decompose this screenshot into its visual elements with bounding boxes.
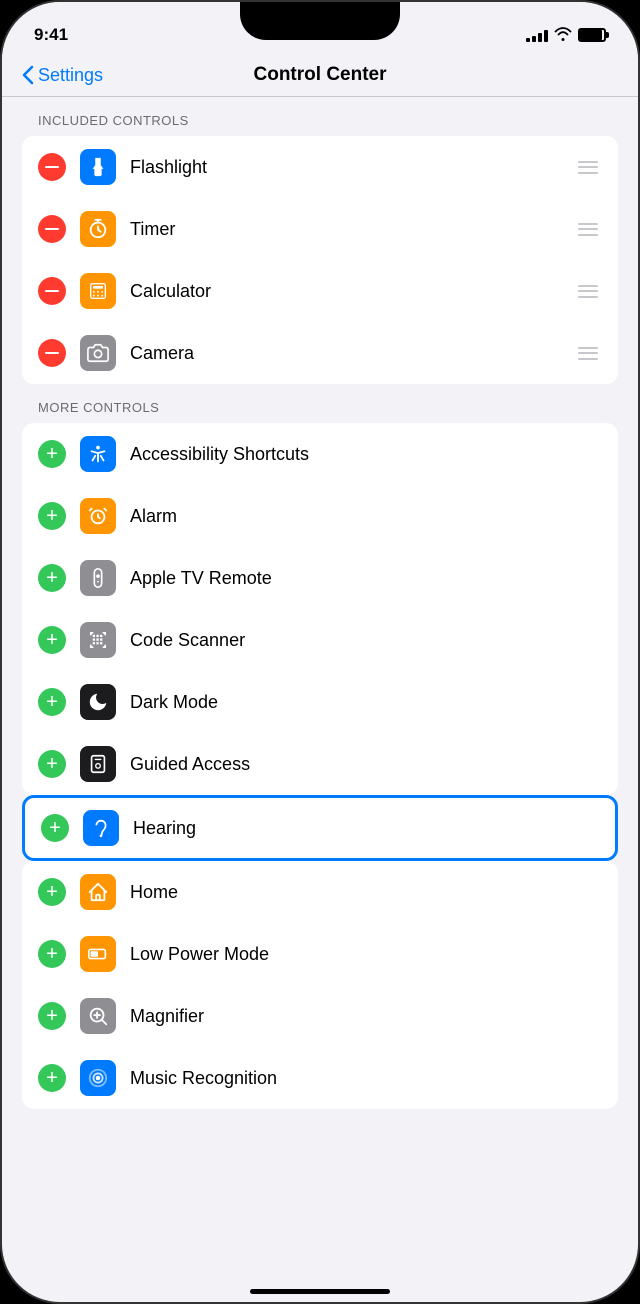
list-item: Apple TV Remote xyxy=(22,547,618,609)
add-home-button[interactable] xyxy=(38,878,66,906)
musicrecognition-icon xyxy=(80,1060,116,1096)
musicrecognition-label: Music Recognition xyxy=(130,1068,602,1089)
guidedaccess-label: Guided Access xyxy=(130,754,602,775)
add-codescanner-button[interactable] xyxy=(38,626,66,654)
list-item: Alarm xyxy=(22,485,618,547)
alarm-label: Alarm xyxy=(130,506,602,527)
remove-camera-button[interactable] xyxy=(38,339,66,367)
camera-label: Camera xyxy=(130,343,574,364)
timer-label: Timer xyxy=(130,219,574,240)
add-accessibility-button[interactable] xyxy=(38,440,66,468)
magnifier-icon xyxy=(80,998,116,1034)
status-bar: 9:41 xyxy=(2,2,638,56)
status-icons xyxy=(526,27,606,44)
guidedaccess-icon xyxy=(80,746,116,782)
wifi-icon xyxy=(554,27,572,44)
list-item: Guided Access xyxy=(22,733,618,795)
list-item: Flashlight xyxy=(22,136,618,198)
flashlight-icon xyxy=(80,149,116,185)
back-label: Settings xyxy=(38,65,103,86)
magnifier-label: Magnifier xyxy=(130,1006,602,1027)
alarm-icon xyxy=(80,498,116,534)
battery-icon xyxy=(578,28,606,42)
more-controls-label: MORE CONTROLS xyxy=(2,384,638,423)
list-item: Calculator xyxy=(22,260,618,322)
back-button[interactable]: Settings xyxy=(22,65,103,86)
calculator-icon xyxy=(80,273,116,309)
list-item: Code Scanner xyxy=(22,609,618,671)
codescanner-label: Code Scanner xyxy=(130,630,602,651)
add-appletv-button[interactable] xyxy=(38,564,66,592)
status-time: 9:41 xyxy=(34,25,68,45)
included-controls-label: INCLUDED CONTROLS xyxy=(2,97,638,136)
remove-timer-button[interactable] xyxy=(38,215,66,243)
list-item: Dark Mode xyxy=(22,671,618,733)
phone-frame: 9:41 xyxy=(0,0,640,1304)
add-lowpower-button[interactable] xyxy=(38,940,66,968)
add-magnifier-button[interactable] xyxy=(38,1002,66,1030)
darkmode-label: Dark Mode xyxy=(130,692,602,713)
timer-icon xyxy=(80,211,116,247)
nav-bar: Settings Control Center xyxy=(2,56,638,97)
home-icon xyxy=(80,874,116,910)
codescanner-icon xyxy=(80,622,116,658)
add-alarm-button[interactable] xyxy=(38,502,66,530)
lowpower-icon xyxy=(80,936,116,972)
content: INCLUDED CONTROLS Flashlight Timer xyxy=(2,97,638,1129)
hearing-icon xyxy=(83,810,119,846)
list-item: Timer xyxy=(22,198,618,260)
home-label: Home xyxy=(130,882,602,903)
hearing-label: Hearing xyxy=(133,818,599,839)
lowpower-label: Low Power Mode xyxy=(130,944,602,965)
remove-calculator-button[interactable] xyxy=(38,277,66,305)
calculator-drag-handle[interactable] xyxy=(574,281,602,302)
list-item: Camera xyxy=(22,322,618,384)
accessibility-icon xyxy=(80,436,116,472)
included-controls-list: Flashlight Timer xyxy=(22,136,618,384)
add-guidedaccess-button[interactable] xyxy=(38,750,66,778)
camera-icon xyxy=(80,335,116,371)
add-hearing-button[interactable] xyxy=(41,814,69,842)
calculator-label: Calculator xyxy=(130,281,574,302)
flashlight-drag-handle[interactable] xyxy=(574,157,602,178)
remove-flashlight-button[interactable] xyxy=(38,153,66,181)
timer-drag-handle[interactable] xyxy=(574,219,602,240)
notch xyxy=(240,2,400,40)
add-musicrecognition-button[interactable] xyxy=(38,1064,66,1092)
accessibility-label: Accessibility Shortcuts xyxy=(130,444,602,465)
list-item: Magnifier xyxy=(22,985,618,1047)
list-item: Accessibility Shortcuts xyxy=(22,423,618,485)
hearing-list-item: Hearing xyxy=(22,795,618,861)
more-controls-list-2: Home Low Power Mode Magnifier xyxy=(22,861,618,1109)
signal-bars-icon xyxy=(526,28,548,42)
add-darkmode-button[interactable] xyxy=(38,688,66,716)
more-controls-list: Accessibility Shortcuts Alarm Apple TV R… xyxy=(22,423,618,795)
appletv-label: Apple TV Remote xyxy=(130,568,602,589)
nav-title: Control Center xyxy=(254,64,387,86)
home-indicator xyxy=(250,1289,390,1294)
appletv-icon xyxy=(80,560,116,596)
darkmode-icon xyxy=(80,684,116,720)
camera-drag-handle[interactable] xyxy=(574,343,602,364)
list-item: Music Recognition xyxy=(22,1047,618,1109)
list-item: Home xyxy=(22,861,618,923)
list-item: Low Power Mode xyxy=(22,923,618,985)
flashlight-label: Flashlight xyxy=(130,157,574,178)
